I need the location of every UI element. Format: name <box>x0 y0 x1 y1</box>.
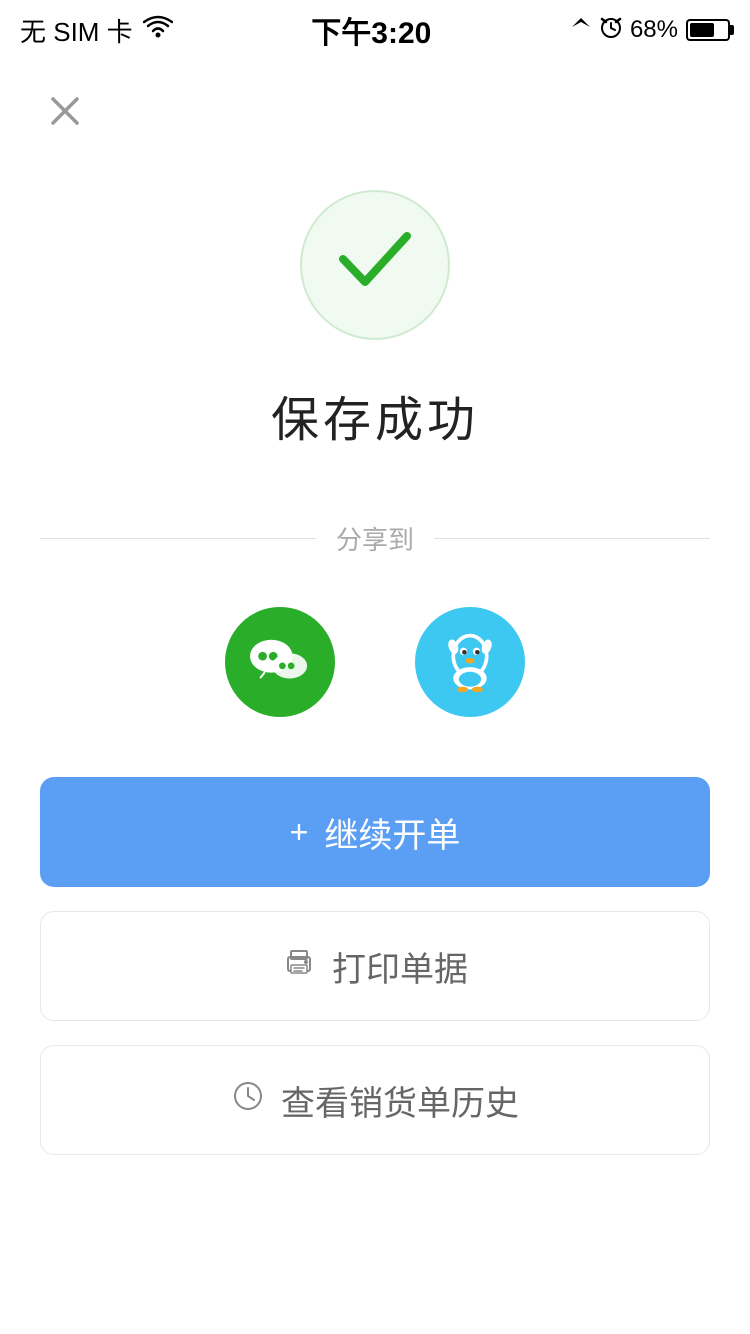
print-receipt-button[interactable]: 打印单据 <box>40 911 710 1021</box>
share-qq-button[interactable] <box>415 607 525 717</box>
wifi-icon <box>143 15 173 46</box>
share-divider: 分享到 <box>40 520 710 557</box>
continue-order-button[interactable]: + 继续开单 <box>40 777 710 887</box>
continue-order-label: 继续开单 <box>324 808 460 857</box>
share-icons <box>40 607 710 717</box>
status-right: 68% <box>570 15 730 46</box>
print-icon <box>282 945 316 987</box>
check-icon <box>335 224 415 306</box>
status-bar: 无 SIM 卡 下午3:20 68% <box>0 0 750 60</box>
view-history-button[interactable]: 查看销货单历史 <box>40 1045 710 1155</box>
battery-percent: 68% <box>630 16 678 44</box>
print-receipt-label: 打印单据 <box>332 942 468 991</box>
battery-icon <box>686 19 730 41</box>
success-title: 保存成功 <box>271 380 479 450</box>
close-area <box>0 60 750 150</box>
share-section: 分享到 <box>0 520 750 717</box>
action-buttons: + 继续开单 打印单据 查看销货单历史 <box>0 767 750 1155</box>
alarm-icon <box>600 15 622 46</box>
location-icon <box>570 16 592 45</box>
close-button[interactable] <box>40 90 90 140</box>
plus-icon: + <box>290 814 309 851</box>
status-time: 下午3:20 <box>311 8 431 52</box>
share-label: 分享到 <box>336 520 414 557</box>
close-icon <box>45 91 85 140</box>
divider-left <box>40 538 316 539</box>
share-wechat-button[interactable] <box>225 607 335 717</box>
clock-icon <box>231 1079 265 1121</box>
success-section: 保存成功 <box>0 150 750 470</box>
view-history-label: 查看销货单历史 <box>281 1076 519 1125</box>
check-circle <box>300 190 450 340</box>
divider-right <box>434 538 710 539</box>
sim-label: 无 SIM 卡 <box>20 12 133 49</box>
status-left: 无 SIM 卡 <box>20 12 173 49</box>
